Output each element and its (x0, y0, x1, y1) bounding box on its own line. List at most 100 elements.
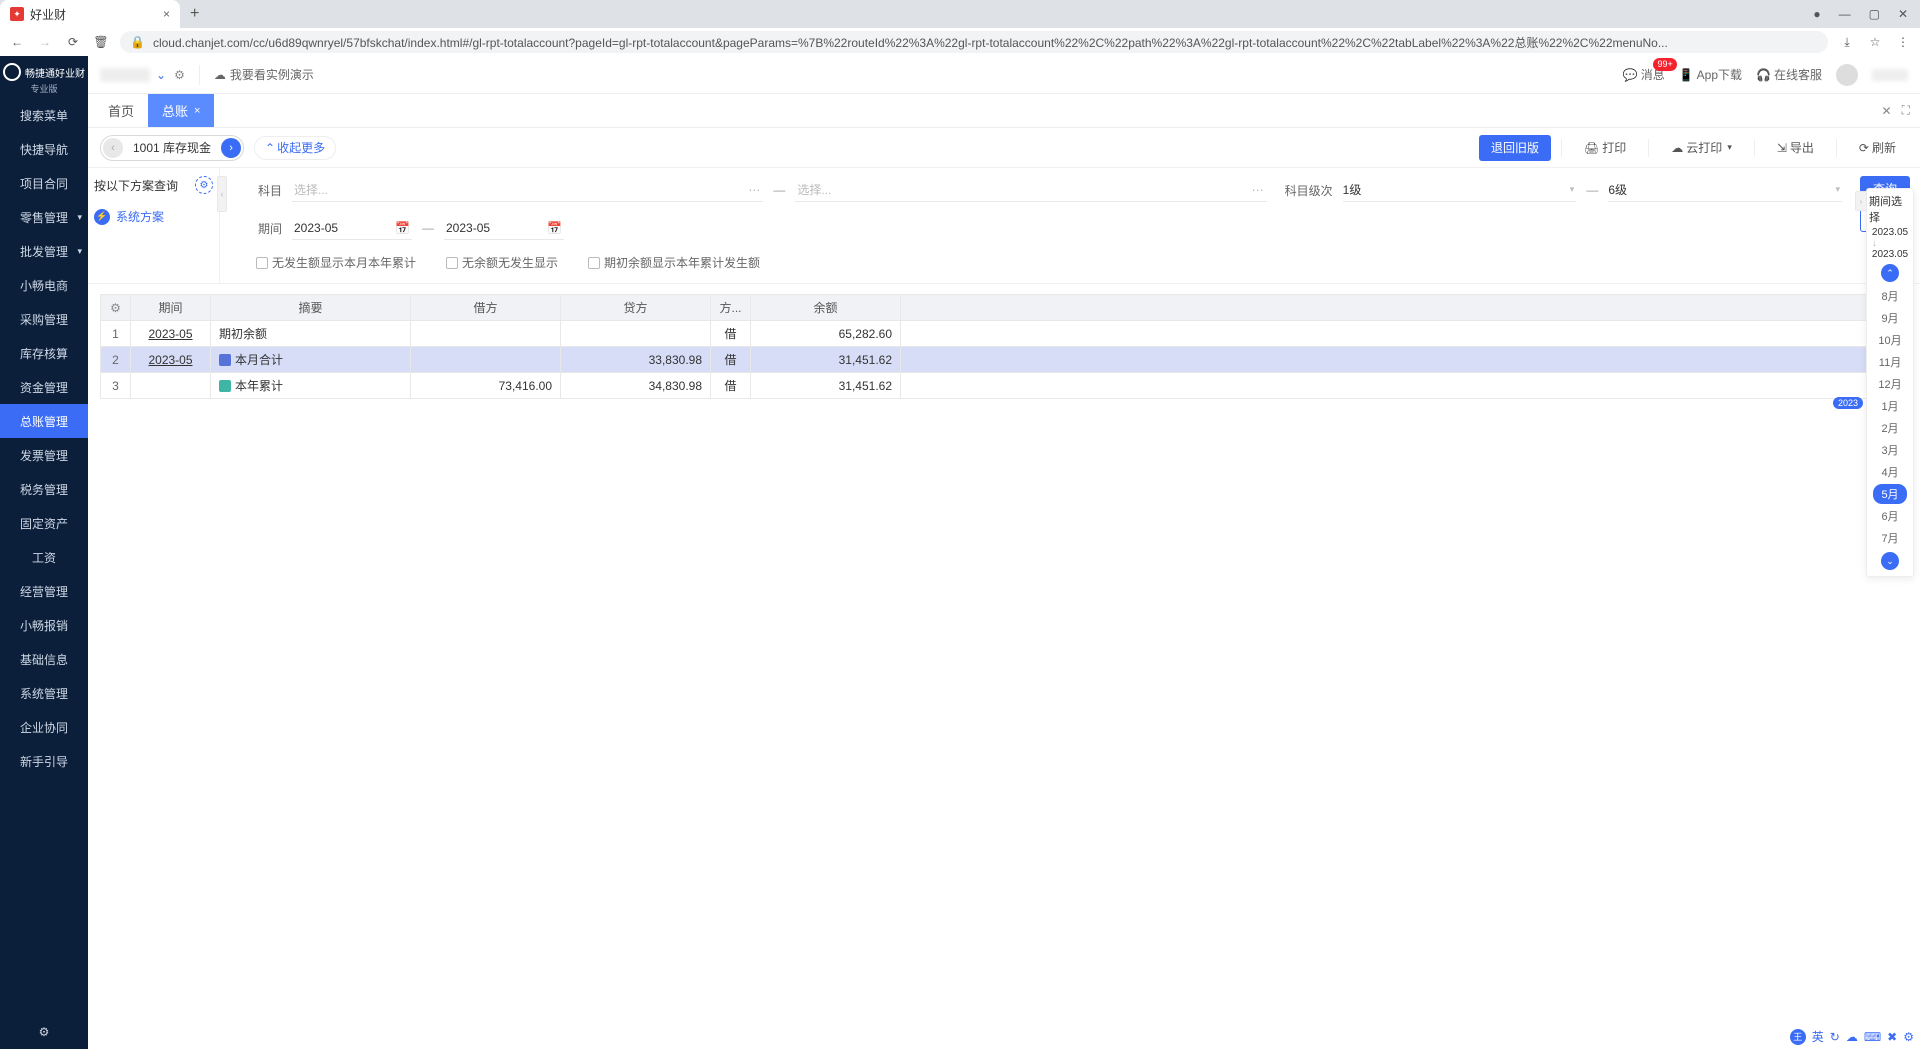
avatar[interactable] (1836, 64, 1858, 86)
org-settings-icon[interactable]: ⚙ (174, 68, 185, 82)
month-item[interactable]: 6月 (1881, 506, 1898, 526)
tray-icon[interactable]: ⌨ (1864, 1030, 1881, 1044)
close-all-icon[interactable]: ✕ (1882, 104, 1892, 118)
scheme-settings-icon[interactable]: ⚙ (195, 176, 213, 194)
period-link[interactable]: 2023-05 (148, 353, 192, 367)
collapse-more-button[interactable]: ⌃ 收起更多 (254, 136, 336, 160)
scheme-item-system[interactable]: ⚡ 系统方案 (94, 208, 213, 225)
sidebar-item[interactable]: 总账管理 (0, 404, 88, 438)
sidebar-item[interactable]: 小畅报销 (0, 608, 88, 642)
month-item[interactable]: 9月 (1881, 308, 1898, 328)
sidebar-item[interactable]: 零售管理▾ (0, 200, 88, 234)
install-icon[interactable]: ⤓ (1838, 35, 1856, 50)
month-item[interactable]: 3月 (1881, 440, 1898, 460)
checkbox-icon (588, 257, 600, 269)
trash-icon[interactable]: 🗑 (92, 35, 110, 49)
org-selector[interactable]: ⌄ (100, 68, 166, 82)
check-no-balance[interactable]: 无余额无发生显示 (446, 254, 558, 271)
sidebar-item[interactable]: 税务管理 (0, 472, 88, 506)
app-download-button[interactable]: 📱 App下载 (1679, 66, 1742, 83)
panel-collapse-icon[interactable]: › (1855, 191, 1867, 211)
message-button[interactable]: 💬 消息 99+ (1623, 66, 1665, 83)
sidebar-item[interactable]: 基础信息 (0, 642, 88, 676)
maximize-icon[interactable]: ▢ (1869, 7, 1880, 21)
period-to-input[interactable]: 2023-05 📅 (444, 216, 564, 240)
menu-icon[interactable]: ⋮ (1894, 35, 1912, 49)
prev-account-icon[interactable]: ‹ (103, 138, 123, 158)
sidebar-item[interactable]: 系统管理 (0, 676, 88, 710)
level-to-select[interactable]: 6级 ▾ (1608, 178, 1842, 202)
sidebar-item[interactable]: 搜索菜单 (0, 98, 88, 132)
month-item[interactable]: 12月 (1878, 374, 1901, 394)
table-row[interactable]: 3本年累计73,416.0034,830.98借31,451.62 (101, 373, 1908, 399)
refresh-button[interactable]: ⟳ 刷新 (1847, 135, 1908, 161)
sidebar-item[interactable]: 采购管理 (0, 302, 88, 336)
month-item[interactable]: 4月 (1881, 462, 1898, 482)
sidebar-item[interactable]: 企业协同 (0, 710, 88, 744)
more-icon[interactable]: ⋯ (1252, 183, 1265, 197)
sidebar-item[interactable]: 小畅电商 (0, 268, 88, 302)
fullscreen-icon[interactable]: ⛶ (1902, 103, 1910, 118)
tray-icon[interactable]: ✖ (1887, 1030, 1897, 1044)
month-item[interactable]: 11月 (1879, 352, 1901, 372)
browser-tab[interactable]: ✦ 好业财 × (0, 0, 180, 28)
subject-from-input[interactable]: 选择... ⋯ (292, 178, 763, 202)
sidebar-item[interactable]: 新手引导 (0, 744, 88, 778)
sidebar-item[interactable]: 项目合同 (0, 166, 88, 200)
month-item[interactable]: 5月 (1873, 484, 1906, 504)
tab[interactable]: 总账× (148, 94, 214, 127)
calendar-icon[interactable]: 📅 (395, 221, 410, 235)
month-item[interactable]: 10月 (1878, 330, 1901, 350)
new-tab-button[interactable]: + (180, 5, 209, 23)
month-item[interactable]: 8月 (1881, 286, 1898, 306)
table-row[interactable]: 12023-05期初余额借65,282.60 (101, 321, 1908, 347)
close-window-icon[interactable]: ✕ (1898, 7, 1908, 21)
close-icon[interactable]: × (194, 105, 200, 117)
period-down-icon[interactable]: ⌄ (1881, 552, 1899, 570)
collapse-handle-icon[interactable]: ‹ (217, 176, 227, 212)
more-icon[interactable]: ⋯ (748, 183, 761, 197)
level-from-select[interactable]: 1级 ▾ (1343, 178, 1577, 202)
subject-to-input[interactable]: 选择... ⋯ (795, 178, 1266, 202)
period-link[interactable]: 2023-05 (148, 327, 192, 341)
star-icon[interactable]: ☆ (1866, 35, 1884, 49)
tray-icon[interactable]: ↻ (1830, 1030, 1840, 1044)
sidebar-item[interactable]: 批发管理▾ (0, 234, 88, 268)
tray-icon[interactable]: ⚙ (1903, 1030, 1914, 1044)
back-icon[interactable]: ← (8, 35, 26, 49)
sidebar-item[interactable]: 资金管理 (0, 370, 88, 404)
sidebar-item[interactable]: 发票管理 (0, 438, 88, 472)
sidebar-item[interactable]: 固定资产 (0, 506, 88, 540)
month-item[interactable]: 7月 (1881, 528, 1898, 548)
col-settings-icon[interactable]: ⚙ (101, 295, 131, 321)
check-no-activity[interactable]: 无发生额显示本月本年累计 (256, 254, 416, 271)
period-from-input[interactable]: 2023-05 📅 (292, 216, 412, 240)
tab-close-icon[interactable]: × (163, 7, 170, 21)
calendar-icon[interactable]: 📅 (547, 221, 562, 235)
reload-icon[interactable]: ⟳ (64, 35, 82, 49)
check-opening[interactable]: 期初余额显示本年累计发生额 (588, 254, 760, 271)
next-account-icon[interactable]: › (221, 138, 241, 158)
export-button[interactable]: ⇲ 导出 (1765, 135, 1826, 161)
support-button[interactable]: 🎧 在线客服 (1756, 66, 1822, 83)
tab[interactable]: 首页 (94, 94, 148, 127)
table-row[interactable]: 22023-05本月合计33,830.98借31,451.62 (101, 347, 1908, 373)
account-selector[interactable]: ‹ 1001 库存现金 › (100, 135, 244, 161)
ime-badge-icon[interactable]: 王 (1790, 1029, 1806, 1045)
month-item[interactable]: 2月 (1881, 418, 1898, 438)
month-item[interactable]: 1月 (1881, 396, 1898, 416)
sidebar-item[interactable]: 经营管理 (0, 574, 88, 608)
sidebar-item[interactable]: 工资 (0, 540, 88, 574)
period-up-icon[interactable]: ⌃ (1881, 264, 1899, 282)
sidebar-item[interactable]: 快捷导航 (0, 132, 88, 166)
cloud-print-button[interactable]: ☁ 云打印 ▾ (1659, 135, 1744, 161)
back-old-button[interactable]: 退回旧版 (1479, 135, 1551, 161)
sidebar-item[interactable]: 库存核算 (0, 336, 88, 370)
sidebar-settings-icon[interactable]: ⚙ (0, 1015, 88, 1049)
print-button[interactable]: 🖨 打印 (1572, 135, 1638, 161)
minimize-icon[interactable]: — (1839, 7, 1851, 21)
tray-icon[interactable]: ☁ (1846, 1030, 1858, 1044)
checkbox-icon (446, 257, 458, 269)
demo-link[interactable]: ☁ 我要看实例演示 (214, 66, 314, 83)
address-bar[interactable]: 🔒 cloud.chanjet.com/cc/u6d89qwnryel/57bf… (120, 31, 1828, 53)
